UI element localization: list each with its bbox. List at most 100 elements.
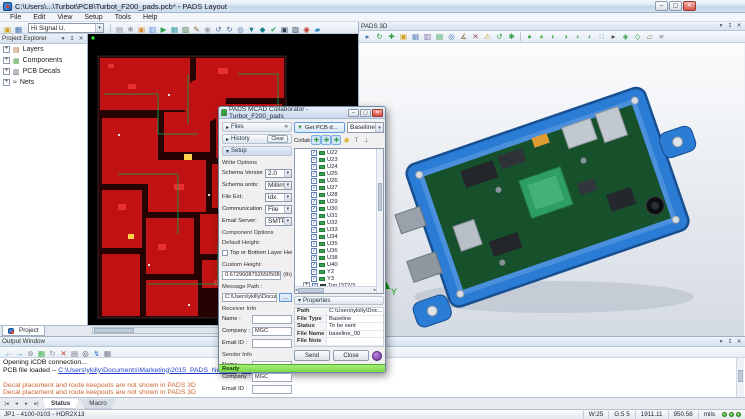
zoom-3d-icon[interactable]: ◎	[446, 31, 457, 42]
scroll-left-icon[interactable]: ◂	[295, 287, 297, 293]
tab-project[interactable]: Project	[2, 326, 45, 336]
clip-plane-icon[interactable]: ▱	[644, 31, 655, 42]
expand-icon[interactable]: +	[3, 68, 10, 75]
file-ext-combo[interactable]: idx ▾	[265, 192, 292, 202]
chevron-down-icon[interactable]: ▾	[59, 35, 67, 43]
component-row[interactable]: ✓ U30	[295, 205, 383, 212]
export-3d-icon[interactable]: ▦	[410, 31, 421, 42]
close-icon[interactable]: ✕	[735, 338, 743, 346]
setup-pane-header[interactable]: ▾ Setup	[222, 146, 292, 156]
chevron-down-icon[interactable]: ▾	[283, 169, 291, 177]
collapse-icon[interactable]: «	[285, 124, 288, 130]
left-view-icon[interactable]: ◖	[572, 31, 583, 42]
dialog-restore-button[interactable]: ▢	[360, 108, 371, 117]
help-icon[interactable]	[372, 350, 382, 361]
component-row[interactable]: ✓ U32	[295, 219, 383, 226]
rotate-view-icon[interactable]: ↻	[374, 31, 385, 42]
component-row[interactable]: ✓ U33	[295, 226, 383, 233]
dialog-titlebar[interactable]: PADS MCAD Collaborator - Turbot_F200_pad…	[219, 106, 385, 120]
component-checkbox-icon[interactable]: ✓	[311, 198, 317, 205]
receiver-company-field[interactable]: MGC	[252, 326, 292, 336]
right-view-icon[interactable]: ◗	[584, 31, 595, 42]
cross-probe-icon[interactable]: ✕	[470, 31, 481, 42]
menu-setup[interactable]: Setup	[78, 14, 108, 21]
select-3d-icon[interactable]: ▸	[362, 31, 373, 42]
component-checkbox-icon[interactable]: ✓	[311, 149, 317, 156]
chevron-down-icon[interactable]: ▾	[283, 193, 291, 201]
component-row[interactable]: ✓ U25	[295, 170, 383, 177]
layers-3d-icon[interactable]: ≡	[656, 31, 667, 42]
component-row[interactable]: ✓ U28	[295, 191, 383, 198]
component-row[interactable]: ✓ U35	[295, 240, 383, 247]
close-button[interactable]: ✕	[683, 1, 696, 11]
component-checkbox-icon[interactable]: ✓	[311, 205, 317, 212]
add-baseline-icon[interactable]: ✚	[311, 135, 322, 146]
get-pcb-data-button[interactable]: ▼ Get PCB d...	[294, 122, 345, 133]
output-vscrollbar[interactable]	[736, 358, 744, 399]
measure-icon[interactable]: ∡	[458, 31, 469, 42]
component-checkbox-icon[interactable]: ✓	[311, 170, 317, 177]
chevron-down-icon[interactable]: ▾	[283, 181, 291, 189]
pan-view-icon[interactable]: ✚	[386, 31, 397, 42]
layer-combo[interactable]: Hi Signal U. ▾	[28, 23, 104, 33]
component-checkbox-icon[interactable]: ✓	[311, 247, 317, 254]
close-icon[interactable]: ✕	[735, 22, 743, 30]
component-checkbox-icon[interactable]: ✓	[311, 219, 317, 226]
pin-icon[interactable]: ↧	[68, 35, 76, 43]
component-row[interactable]: ✓ U27	[295, 184, 383, 191]
top-view-icon[interactable]: ●	[524, 31, 535, 42]
component-row[interactable]: ✓ U31	[295, 212, 383, 219]
component-checkbox-icon[interactable]: ✓	[311, 184, 317, 191]
chevron-down-icon[interactable]: ▾	[717, 338, 725, 346]
message-path-field[interactable]: C:\Users\ykilly\Document	[222, 292, 277, 302]
dialog-minimize-button[interactable]: ‒	[348, 108, 359, 117]
open-3d-icon[interactable]: ▣	[398, 31, 409, 42]
show-top-icon[interactable]: T	[351, 136, 361, 146]
schema-version-combo[interactable]: 2.0 ▾	[265, 168, 292, 178]
pin-icon[interactable]: ↧	[726, 338, 734, 346]
component-checkbox-icon[interactable]: ✓	[311, 261, 317, 268]
sender-email-field[interactable]	[252, 384, 292, 394]
component-row[interactable]: ✓ U40	[295, 261, 383, 268]
tab-macro[interactable]: Macro	[80, 398, 116, 409]
component-row[interactable]: ✓ U36	[295, 247, 383, 254]
baseline-combo[interactable]: Baseline ▾	[347, 122, 384, 133]
sidebar-item-nets[interactable]: + ≈ Nets	[0, 77, 87, 88]
chevron-down-icon[interactable]: ▾	[95, 24, 103, 32]
component-row[interactable]: ✓ U26	[295, 177, 383, 184]
clear-history-button[interactable]: Clear	[267, 135, 288, 143]
tree-vscrollbar[interactable]	[376, 149, 383, 293]
sender-company-field[interactable]: MGC	[252, 372, 292, 382]
component-checkbox-icon[interactable]: ✓	[311, 163, 317, 170]
component-checkbox-icon[interactable]: ✓	[311, 226, 317, 233]
tab-nav-prev[interactable]: ◂	[12, 401, 21, 407]
minimize-button[interactable]: ‒	[655, 1, 668, 11]
sidebar-item-components[interactable]: + ▦ Components	[0, 55, 87, 66]
history-pane-header[interactable]: ▸ History Clear	[222, 134, 292, 144]
refresh-3d-icon[interactable]: ↺	[494, 31, 505, 42]
send-button[interactable]: Send	[294, 350, 330, 361]
component-checkbox-icon[interactable]: ✓	[311, 233, 317, 240]
component-checkbox-icon[interactable]: ✓	[311, 240, 317, 247]
expand-icon[interactable]: +	[3, 57, 10, 64]
snapshot-icon[interactable]: ▥	[422, 31, 433, 42]
preview-bulb-icon[interactable]: ◉	[341, 135, 351, 145]
bottom-view-icon[interactable]: ●	[536, 31, 547, 42]
tab-nav-first[interactable]: |◂	[2, 401, 11, 407]
component-row[interactable]: ✓ Y3	[295, 275, 383, 282]
schema-units-combo[interactable]: Millimet... ▾	[265, 180, 292, 190]
component-checkbox-icon[interactable]: ✓	[311, 156, 317, 163]
component-checkbox-icon[interactable]: ✓	[311, 275, 317, 282]
browse-button[interactable]: ...	[279, 292, 292, 302]
component-row[interactable]: ✓ Y2	[295, 268, 383, 275]
front-view-icon[interactable]: ◐	[548, 31, 559, 42]
scrollbar-thumb[interactable]	[298, 287, 325, 293]
component-row[interactable]: ✓ U38	[295, 254, 383, 261]
component-row[interactable]: ✓ U22	[295, 149, 383, 156]
sidebar-item-pcb-decals[interactable]: + ▥ PCB Decals	[0, 66, 87, 77]
expand-icon[interactable]: +	[3, 46, 10, 53]
fit-view-icon[interactable]: ∷	[596, 31, 607, 42]
component-tree[interactable]: ✓ U22 ✓ U23 ✓ U24 ✓ U25 ✓ U26 ✓ U27 ✓ U28 ✓ U29 ✓ U30 ✓ U31…	[294, 148, 384, 294]
chevron-down-icon[interactable]: ▾	[283, 217, 291, 225]
component-row[interactable]: ✓ U29	[295, 198, 383, 205]
